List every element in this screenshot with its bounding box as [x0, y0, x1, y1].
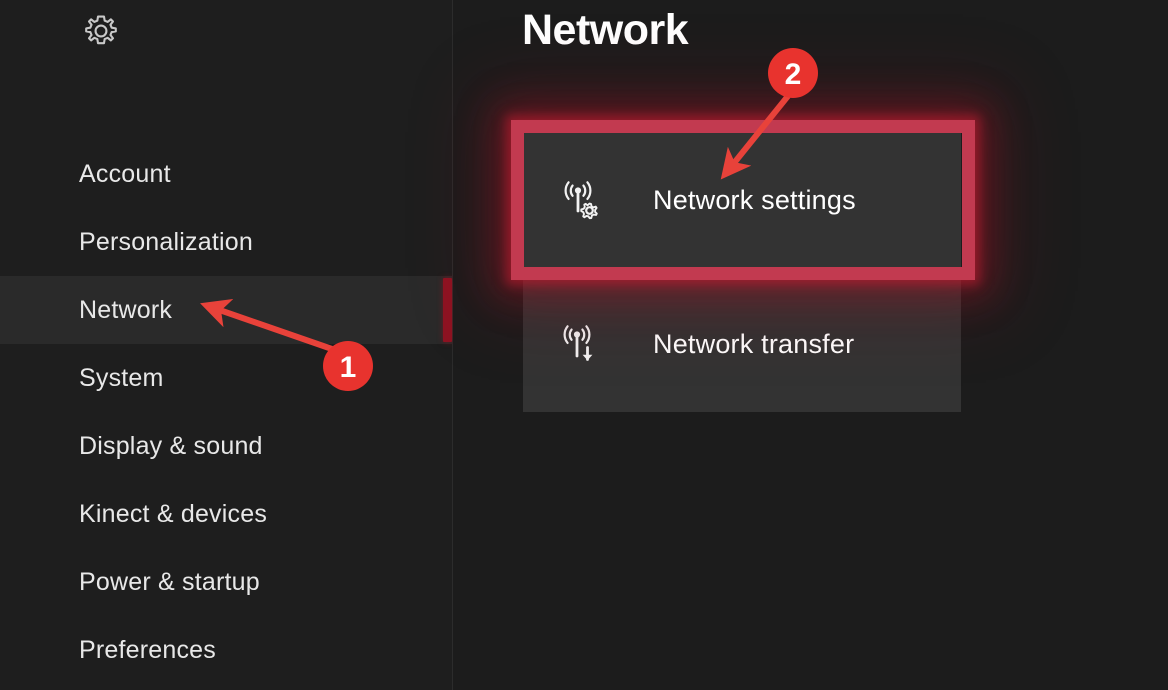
sidebar-item-account[interactable]: Account	[0, 140, 453, 208]
sidebar-item-preferences[interactable]: Preferences	[0, 616, 453, 684]
gear-icon[interactable]	[80, 10, 122, 52]
network-settings-icon	[555, 177, 603, 225]
sidebar-item-label: Display & sound	[79, 431, 263, 460]
tile-network-settings[interactable]: Network settings	[523, 133, 961, 268]
network-transfer-icon	[555, 321, 603, 369]
sidebar-item-power-and-startup[interactable]: Power & startup	[0, 548, 453, 616]
sidebar-item-label: Power & startup	[79, 567, 260, 596]
xbox-settings-screen: Account Personalization Network System D…	[0, 0, 1168, 690]
settings-sidebar: Account Personalization Network System D…	[0, 0, 453, 690]
sidebar-item-label: Kinect & devices	[79, 499, 268, 528]
sidebar-item-label: Personalization	[79, 227, 253, 256]
main-content-panel: Network Network settings Network transfe…	[453, 0, 1168, 690]
tile-label: Network transfer	[653, 329, 855, 359]
sidebar-item-system[interactable]: System	[0, 344, 453, 412]
sidebar-item-label: System	[79, 363, 164, 392]
tile-label: Network settings	[653, 185, 856, 215]
page-title: Network	[522, 6, 689, 54]
sidebar-item-kinect-and-devices[interactable]: Kinect & devices	[0, 480, 453, 548]
sidebar-item-label: Network	[79, 295, 173, 324]
sidebar-item-personalization[interactable]: Personalization	[0, 208, 453, 276]
sidebar-item-network[interactable]: Network	[0, 276, 453, 344]
sidebar-nav-list: Account Personalization Network System D…	[0, 140, 453, 684]
sidebar-item-display-and-sound[interactable]: Display & sound	[0, 412, 453, 480]
sidebar-item-label: Account	[79, 159, 171, 188]
settings-tile-list: Network settings Network transfer	[523, 133, 961, 421]
tile-network-transfer[interactable]: Network transfer	[523, 277, 961, 412]
sidebar-item-label: Preferences	[79, 635, 216, 664]
selection-accent-bar	[443, 278, 452, 342]
